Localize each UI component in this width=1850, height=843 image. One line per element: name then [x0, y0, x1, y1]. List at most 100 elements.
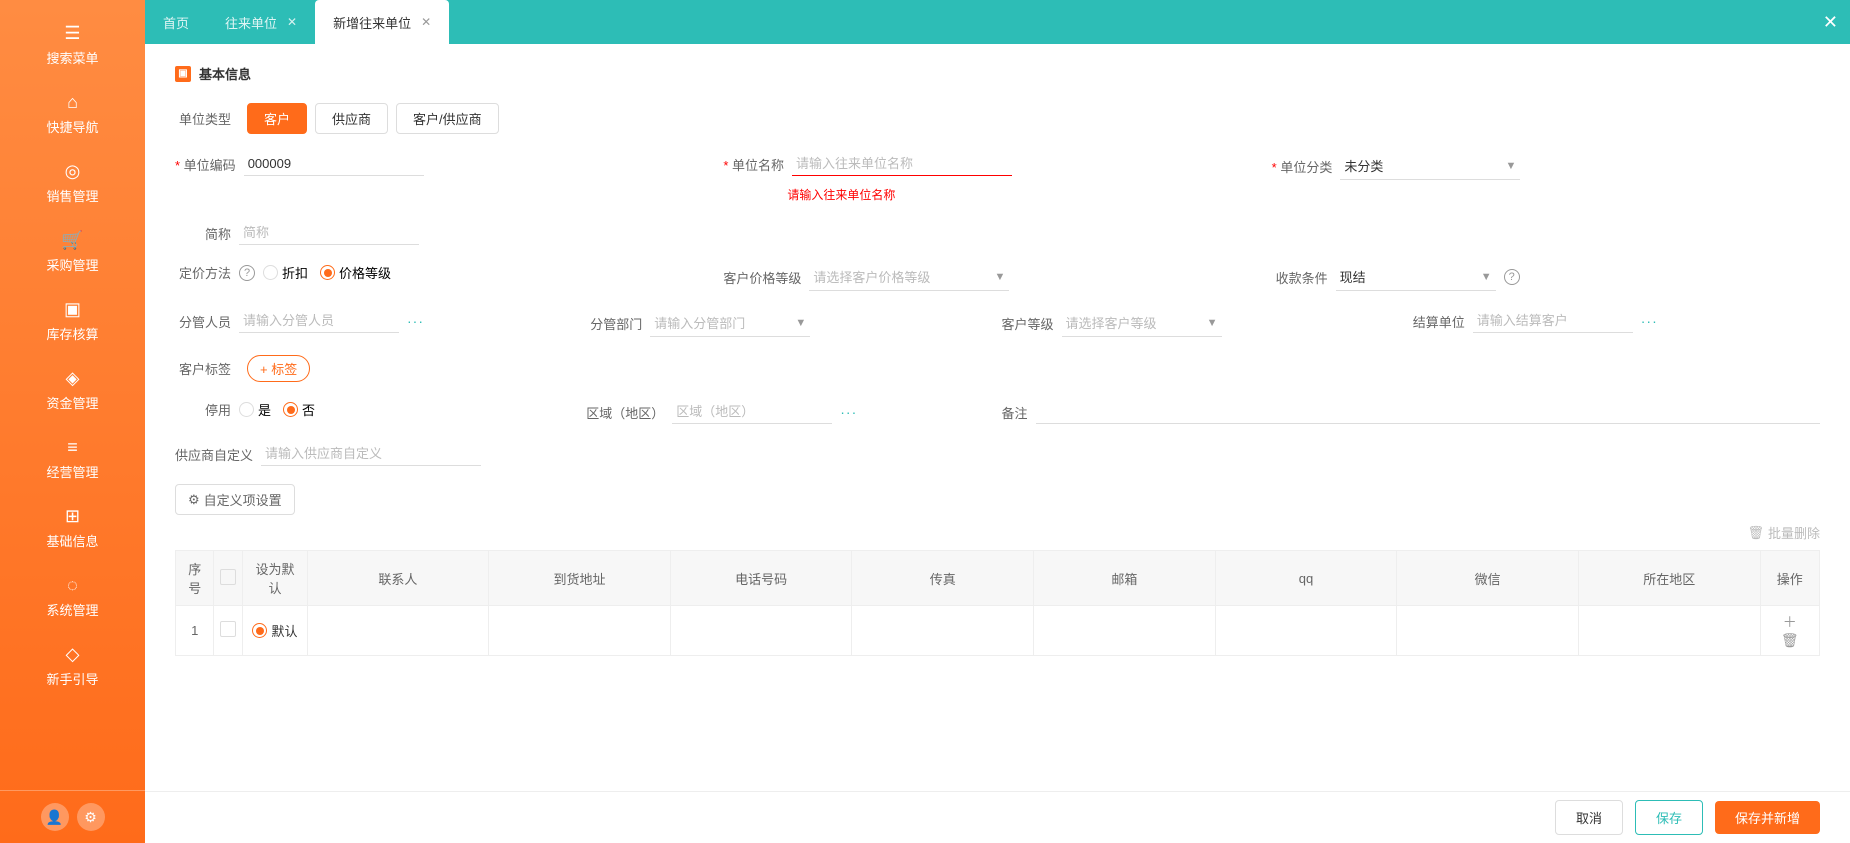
unit-type-both-btn[interactable]: 客户/供应商	[396, 103, 499, 134]
header-checkbox[interactable]	[220, 569, 236, 585]
page-content: ▣ 基本信息 单位类型 客户 供应商 客户/供应商 单位编码	[145, 44, 1850, 791]
customer-level-select[interactable]: 请选择客户等级 ▼	[1062, 309, 1222, 337]
row-default-radio[interactable]: 默认	[249, 621, 300, 640]
row-address	[489, 606, 671, 656]
sidebar-item-sales[interactable]: ◎ 销售管理	[0, 148, 145, 217]
disabled-region-row: 停用 是 否 区域（地区）	[175, 400, 1820, 424]
remarks-input[interactable]	[1036, 400, 1821, 424]
cancel-button[interactable]: 取消	[1555, 800, 1623, 835]
unit-code-name-row: 单位编码 单位名称 请输入往来单位名称 单位分类 未分类	[175, 152, 1820, 203]
customer-price-level-label: 客户价格等级	[723, 268, 801, 287]
save-new-button[interactable]: 保存并新增	[1715, 801, 1820, 834]
pricing-method-help-icon[interactable]: ?	[239, 265, 255, 281]
tab-new-partner-close[interactable]: ✕	[421, 15, 431, 29]
save-button[interactable]: 保存	[1635, 800, 1703, 835]
supplier-custom-input[interactable]	[261, 442, 481, 466]
row-checkbox[interactable]	[220, 621, 236, 637]
sidebar-item-basic[interactable]: ⊞ 基础信息	[0, 493, 145, 562]
unit-type-supplier-btn[interactable]: 供应商	[315, 103, 388, 134]
tab-partners[interactable]: 往来单位 ✕	[207, 0, 315, 44]
unit-type-customer-btn[interactable]: 客户	[247, 103, 307, 134]
custom-settings-button[interactable]: ⚙ 自定义项设置	[175, 484, 295, 515]
short-name-input[interactable]	[239, 221, 419, 245]
sidebar-item-purchase[interactable]: 🛒 采购管理	[0, 217, 145, 286]
batch-delete-icon: 🗑	[1747, 525, 1764, 541]
radio-no[interactable]: 否	[283, 400, 315, 419]
department-field: 分管部门 请输入分管部门 ▼	[586, 309, 997, 337]
customer-price-level-placeholder: 请选择客户价格等级	[813, 267, 930, 286]
pricing-method-label: 定价方法	[175, 263, 231, 282]
row-qq-input[interactable]	[1222, 623, 1391, 638]
short-name-field: 简称	[175, 221, 723, 245]
settlement-unit-input[interactable]	[1473, 309, 1633, 333]
region-label: 区域（地区）	[586, 403, 664, 422]
purchase-icon: 🛒	[62, 229, 84, 251]
unit-category-value: 未分类	[1344, 156, 1383, 175]
sidebar-user-icon[interactable]: 👤	[41, 803, 69, 831]
unit-category-select[interactable]: 未分类 ▼	[1340, 152, 1520, 180]
tab-partners-close[interactable]: ✕	[287, 15, 297, 29]
settlement-unit-more-icon[interactable]: ···	[1641, 313, 1658, 329]
sidebar-item-capital[interactable]: ◈ 资金管理	[0, 355, 145, 424]
sidebar-item-quicknav[interactable]: ⌂ 快捷导航	[0, 79, 145, 148]
window-close-button[interactable]: ✕	[1823, 12, 1838, 33]
sidebar-item-system[interactable]: ◌ 系统管理	[0, 562, 145, 631]
sidebar-item-operations[interactable]: ≡ 经营管理	[0, 424, 145, 493]
main-area: 首页 往来单位 ✕ 新增往来单位 ✕ ✕ ▣ 基本信息 单位类型 客户 供应商 …	[145, 0, 1850, 843]
unit-code-input[interactable]	[244, 152, 424, 176]
row-email	[1034, 606, 1216, 656]
manager-input[interactable]	[239, 309, 399, 333]
department-select[interactable]: 请输入分管部门 ▼	[650, 309, 810, 337]
row-contact-input[interactable]	[314, 623, 483, 638]
tab-home[interactable]: 首页	[145, 0, 207, 44]
radio-no-label: 否	[302, 400, 315, 419]
row-fax-input[interactable]	[858, 623, 1027, 638]
unit-name-label: 单位名称	[723, 155, 784, 174]
row-email-input[interactable]	[1040, 623, 1209, 638]
unit-type-row: 单位类型 客户 供应商 客户/供应商	[175, 103, 1820, 134]
section-title: 基本信息	[199, 64, 251, 83]
row-add-button[interactable]: ＋	[1780, 612, 1800, 632]
region-input[interactable]	[672, 400, 832, 424]
sidebar-item-label: 搜索菜单	[46, 48, 98, 67]
region-field: 区域（地区） ···	[586, 400, 997, 424]
sidebar-item-label: 新手引导	[46, 669, 98, 688]
pricing-method-field: 定价方法 ? 折扣 价格等级	[175, 263, 723, 282]
manager-field: 分管人员 ···	[175, 309, 586, 333]
col-default: 设为默认	[243, 551, 307, 606]
row-region-input[interactable]	[1585, 623, 1754, 638]
batch-delete-area[interactable]: 🗑 批量删除	[175, 523, 1820, 542]
unit-code-label: 单位编码	[175, 155, 236, 174]
col-email: 邮箱	[1034, 551, 1216, 606]
payment-terms-help-icon[interactable]: ?	[1504, 269, 1520, 285]
sidebar-item-inventory[interactable]: ▣ 库存核算	[0, 286, 145, 355]
customer-price-level-select[interactable]: 请选择客户价格等级 ▼	[809, 263, 1009, 291]
inventory-icon: ▣	[62, 298, 84, 320]
payment-terms-field: 收款条件 现结 ▼ ?	[1272, 263, 1820, 291]
row-wechat-input[interactable]	[1403, 623, 1572, 638]
capital-icon: ◈	[62, 367, 84, 389]
radio-price-level[interactable]: 价格等级	[320, 263, 391, 282]
sidebar-settings-icon[interactable]: ⚙	[77, 803, 105, 831]
row-phone-input[interactable]	[677, 623, 846, 638]
payment-terms-select[interactable]: 现结 ▼	[1336, 263, 1496, 291]
unit-category-arrow-icon: ▼	[1505, 160, 1516, 172]
unit-name-input[interactable]	[792, 152, 1012, 176]
unit-type-label: 单位类型	[175, 109, 231, 128]
radio-discount[interactable]: 折扣	[263, 263, 308, 282]
tab-new-partner[interactable]: 新增往来单位 ✕	[315, 0, 449, 44]
unit-name-field: 单位名称 请输入往来单位名称	[723, 152, 1271, 203]
custom-settings-label: 自定义项设置	[204, 490, 282, 509]
manager-more-icon[interactable]: ···	[407, 313, 424, 329]
add-tag-button[interactable]: + 标签	[247, 355, 310, 382]
row-address-input[interactable]	[495, 623, 664, 638]
row-delete-button[interactable]: 🗑	[1778, 632, 1802, 649]
sidebar-item-search[interactable]: ☰ 搜索菜单	[0, 10, 145, 79]
radio-yes[interactable]: 是	[239, 400, 271, 419]
sidebar-item-label: 库存核算	[46, 324, 98, 343]
sidebar-item-newbie[interactable]: ◇ 新手引导	[0, 631, 145, 700]
region-more-icon[interactable]: ···	[840, 404, 857, 420]
payment-terms-value: 现结	[1340, 267, 1366, 286]
system-icon: ◌	[62, 574, 84, 596]
section-icon: ▣	[175, 66, 191, 82]
